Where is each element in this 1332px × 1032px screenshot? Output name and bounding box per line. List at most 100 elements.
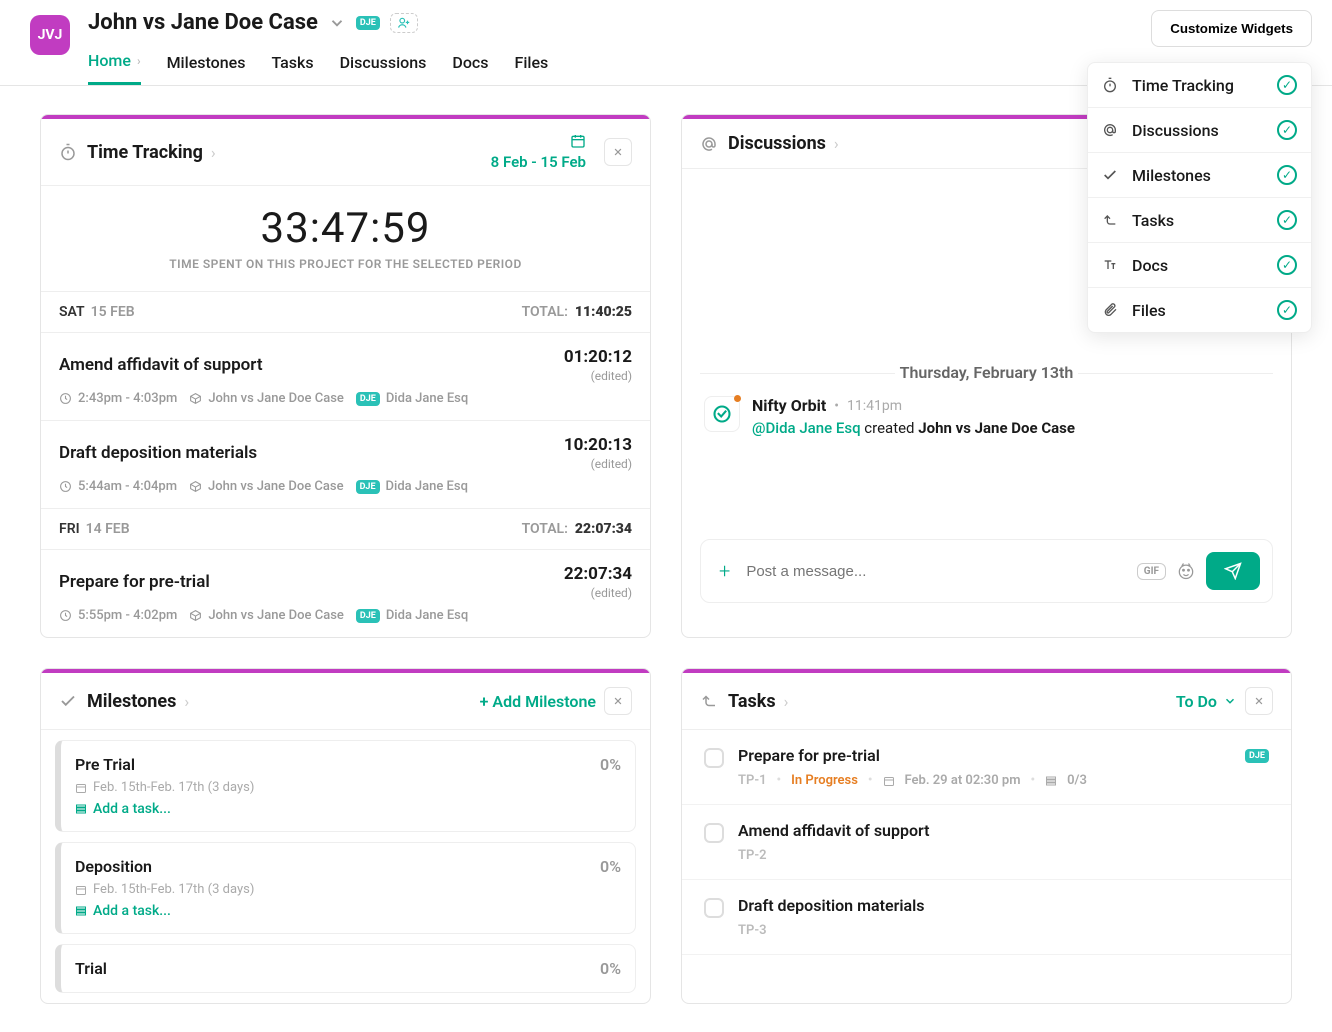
stopwatch-icon — [59, 143, 77, 161]
task-item[interactable]: Amend affidavit of support TP-2 — [682, 805, 1291, 880]
send-button[interactable] — [1206, 552, 1260, 590]
nav-tabs: Home› Milestones Tasks Discussions Docs … — [88, 43, 548, 85]
gif-button[interactable]: GIF — [1137, 563, 1166, 580]
text-icon — [1102, 257, 1120, 273]
chevron-right-icon[interactable]: › — [184, 692, 189, 711]
project-avatar: JVJ — [30, 15, 70, 55]
tab-tasks[interactable]: Tasks — [271, 43, 313, 85]
dd-label: Files — [1132, 301, 1265, 320]
chevron-right-icon[interactable]: › — [211, 143, 216, 162]
entry-duration: 01:20:12 — [564, 347, 632, 367]
app-header: JVJ John vs Jane Doe Case DJE Home› Mile… — [0, 0, 1332, 86]
compose-bar: + GIF — [700, 539, 1273, 603]
at-icon — [700, 135, 718, 153]
plus-icon[interactable]: + — [713, 559, 736, 583]
milestone-item[interactable]: Pre Trial0% Feb. 15th-Feb. 17th (3 days)… — [55, 740, 636, 832]
expand-icon[interactable] — [604, 687, 632, 715]
check-circle-icon: ✓ — [1277, 300, 1297, 320]
entry-title: Draft deposition materials — [59, 443, 257, 463]
invite-user-icon[interactable] — [390, 13, 418, 33]
task-checkbox[interactable] — [704, 748, 724, 768]
project-title: John vs Jane Doe Case — [88, 10, 318, 35]
arrow-icon — [700, 692, 718, 710]
entry-duration: 22:07:34 — [564, 564, 632, 584]
assignee-badge: DJE — [1245, 749, 1269, 763]
bot-avatar-icon — [704, 396, 740, 432]
task-checkbox[interactable] — [704, 823, 724, 843]
check-circle-icon: ✓ — [1277, 75, 1297, 95]
chevron-down-icon[interactable] — [328, 14, 346, 32]
milestones-panel: Milestones › + Add Milestone Pre Trial0%… — [40, 668, 651, 1004]
panel-title: Milestones — [87, 691, 176, 712]
user-badge: DJE — [356, 392, 380, 406]
panel-title: Time Tracking — [87, 142, 203, 163]
tab-discussions[interactable]: Discussions — [340, 43, 427, 85]
milestone-item[interactable]: Deposition0% Feb. 15th-Feb. 17th (3 days… — [55, 842, 636, 934]
date-range-text: 8 Feb - 15 Feb — [491, 153, 586, 171]
check-icon — [59, 692, 77, 710]
dd-docs[interactable]: Docs ✓ — [1088, 243, 1311, 288]
user-badge: DJE — [356, 16, 380, 30]
add-task-link[interactable]: Add a task... — [75, 903, 621, 919]
check-circle-icon: ✓ — [1277, 210, 1297, 230]
task-item[interactable]: Draft deposition materials TP-3 — [682, 880, 1291, 955]
tab-files[interactable]: Files — [515, 43, 549, 85]
milestone-item[interactable]: Trial0% — [55, 944, 636, 993]
message-time: 11:41pm — [847, 398, 902, 414]
box-icon: John vs Jane Doe Case — [189, 391, 344, 406]
check-circle-icon: ✓ — [1277, 165, 1297, 185]
edited-label: (edited) — [564, 586, 632, 600]
arrow-right-icon — [1102, 212, 1120, 228]
time-entry[interactable]: Prepare for pre-trial 22:07:34 (edited) … — [41, 549, 650, 637]
task-filter-dropdown[interactable]: To Do — [1176, 692, 1237, 711]
check-circle-icon: ✓ — [1277, 255, 1297, 275]
message-author: Nifty Orbit — [752, 396, 826, 415]
date-divider: Thursday, February 13th — [682, 349, 1291, 396]
task-item[interactable]: Prepare for pre-trial DJE TP-1• In Progr… — [682, 730, 1291, 805]
expand-icon[interactable] — [604, 138, 632, 166]
dd-milestones[interactable]: Milestones ✓ — [1088, 153, 1311, 198]
dd-time-tracking[interactable]: Time Tracking ✓ — [1088, 63, 1311, 108]
total-time: 33:47:59 — [41, 186, 650, 257]
chevron-right-icon[interactable]: › — [834, 134, 839, 153]
tab-docs[interactable]: Docs — [452, 43, 488, 85]
tasks-panel: Tasks › To Do Prepare for pre-trial DJE … — [681, 668, 1292, 1004]
chevron-right-icon: › — [137, 54, 141, 68]
check-icon — [1102, 167, 1120, 183]
calendar-icon — [491, 133, 586, 153]
time-tracking-panel: Time Tracking › 8 Feb - 15 Feb 33:47:59 … — [40, 114, 651, 638]
dd-label: Discussions — [1132, 121, 1265, 140]
date-range-picker[interactable]: 8 Feb - 15 Feb — [491, 133, 586, 171]
expand-icon[interactable] — [1245, 687, 1273, 715]
entry-title: Amend affidavit of support — [59, 355, 263, 375]
tab-milestones[interactable]: Milestones — [167, 43, 246, 85]
tab-home[interactable]: Home› — [88, 43, 141, 85]
time-subtitle: TIME SPENT ON THIS PROJECT FOR THE SELEC… — [41, 257, 650, 291]
customize-widgets-button[interactable]: Customize Widgets — [1151, 10, 1312, 47]
time-entry[interactable]: Amend affidavit of support 01:20:12 (edi… — [41, 332, 650, 420]
add-milestone-button[interactable]: + Add Milestone — [480, 692, 596, 711]
panel-title: Discussions — [728, 133, 826, 154]
day-header: FRI 14 FEB TOTAL: 22:07:34 — [41, 508, 650, 549]
dd-tasks[interactable]: Tasks ✓ — [1088, 198, 1311, 243]
emoji-icon[interactable] — [1176, 561, 1196, 581]
chevron-right-icon[interactable]: › — [784, 692, 789, 711]
dd-discussions[interactable]: Discussions ✓ — [1088, 108, 1311, 153]
edited-label: (edited) — [564, 457, 632, 471]
stopwatch-icon — [1102, 77, 1120, 93]
clock-icon: 2:43pm - 4:03pm — [59, 391, 177, 406]
time-entry[interactable]: Draft deposition materials 10:20:13 (edi… — [41, 420, 650, 508]
dd-label: Milestones — [1132, 166, 1265, 185]
message-input[interactable] — [746, 563, 1126, 580]
mention[interactable]: @Dida Jane Esq — [752, 419, 861, 437]
add-task-link[interactable]: Add a task... — [75, 801, 621, 817]
dd-files[interactable]: Files ✓ — [1088, 288, 1311, 332]
entry-duration: 10:20:13 — [564, 435, 632, 455]
widgets-dropdown: Time Tracking ✓ Discussions ✓ Milestones… — [1087, 62, 1312, 333]
dd-label: Tasks — [1132, 211, 1265, 230]
panel-title: Tasks — [728, 691, 776, 712]
task-checkbox[interactable] — [704, 898, 724, 918]
at-icon — [1102, 122, 1120, 138]
dd-label: Time Tracking — [1132, 76, 1265, 95]
check-circle-icon: ✓ — [1277, 120, 1297, 140]
